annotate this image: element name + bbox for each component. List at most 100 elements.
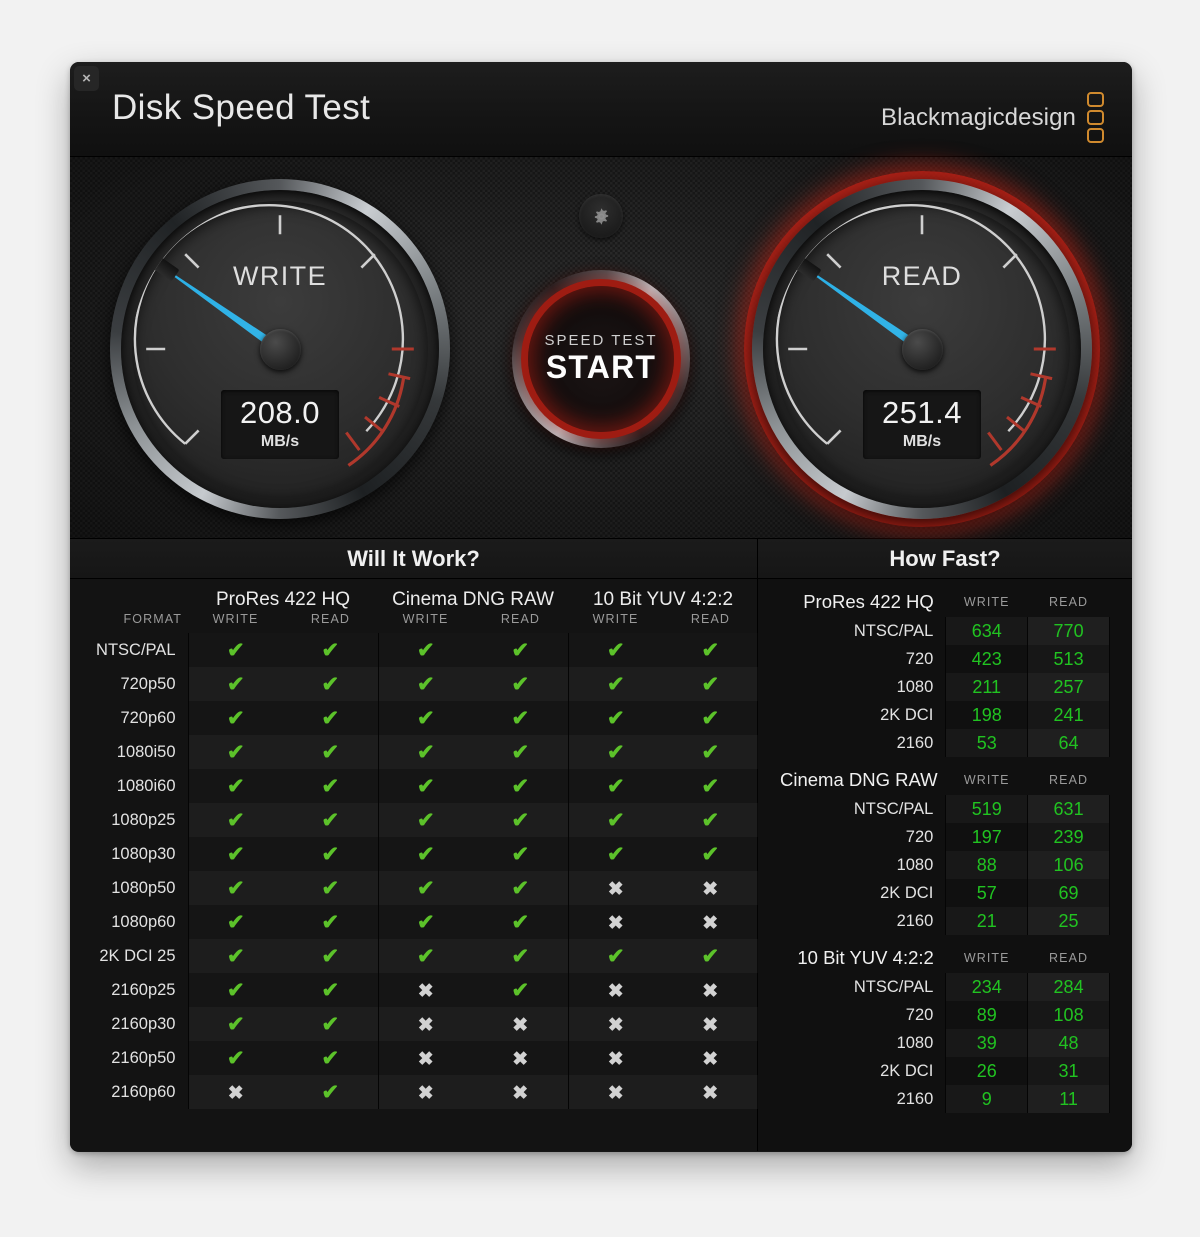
supported-check-icon: ✔: [567, 939, 663, 973]
unsupported-cross-icon: ✖: [473, 1075, 568, 1109]
supported-check-icon: ✔: [321, 910, 340, 934]
format-label: 1080i60: [116, 776, 176, 795]
write-column-header: WRITE: [963, 595, 1010, 609]
supported-check-icon: ✔: [663, 939, 759, 973]
unsupported-cross-icon: ✖: [567, 1075, 663, 1109]
supported-check-icon: ✔: [473, 871, 568, 905]
how-fast-table: ProRes 422 HQ WRITE READ NTSC/PAL 634 770 720 4…: [780, 579, 1110, 1113]
unsupported-cross-icon: ✖: [377, 1007, 473, 1041]
read-speed-value: 11: [1027, 1085, 1110, 1113]
title-bar: Disk Speed Test Blackmagicdesign: [70, 62, 1132, 157]
supported-check-icon: ✔: [321, 978, 340, 1002]
resolution-label: 720: [905, 827, 934, 846]
supported-check-icon: ✔: [187, 769, 283, 803]
speed-test-start-button[interactable]: SPEED TEST START: [512, 270, 690, 448]
supported-check-icon: ✔: [187, 803, 283, 837]
table-row: 720 197 239: [780, 823, 1110, 851]
supported-check-icon: ✔: [511, 842, 530, 866]
supported-check-icon: ✔: [283, 871, 378, 905]
supported-check-icon: ✔: [187, 735, 283, 769]
table-row: 1080 211 257: [780, 673, 1110, 701]
supported-check-icon: ✔: [321, 1046, 340, 1070]
supported-check-icon: ✔: [473, 803, 568, 837]
supported-check-icon: ✔: [511, 774, 530, 798]
group-header-yuv: 10 Bit YUV 4:2:2: [592, 589, 734, 610]
table-row: 2160p50 ✔ ✔ ✖ ✖ ✖ ✖: [70, 1041, 759, 1075]
resolution-label: 720: [905, 649, 934, 668]
read-speed-value: 108: [1027, 1001, 1110, 1029]
read-speed-value: 25: [1027, 907, 1110, 935]
supported-check-icon: ✔: [567, 803, 663, 837]
resolution-label: 2K DCI: [880, 1061, 934, 1080]
table-row: 1080 88 106: [780, 851, 1110, 879]
supported-check-icon: ✔: [511, 910, 530, 934]
supported-check-icon: ✔: [283, 803, 378, 837]
write-speed-value: 53: [945, 729, 1028, 757]
supported-check-icon: ✔: [473, 939, 568, 973]
supported-check-icon: ✔: [473, 735, 568, 769]
supported-check-icon: ✔: [187, 701, 283, 735]
supported-check-icon: ✔: [187, 1041, 283, 1075]
format-label: NTSC/PAL: [96, 640, 176, 659]
table-row: 720 89 108: [780, 1001, 1110, 1029]
table-row: 1080p50 ✔ ✔ ✔ ✔ ✖ ✖: [70, 871, 759, 905]
unsupported-cross-icon: ✖: [377, 973, 473, 1007]
supported-check-icon: ✔: [187, 905, 283, 939]
results-area: Will It Work? ProRes 422 HQ Cinema DNG R…: [70, 539, 1132, 1151]
supported-check-icon: ✔: [377, 667, 473, 701]
unsupported-cross-icon: ✖: [512, 1048, 529, 1070]
sub-header-dng-read: READ: [500, 612, 541, 626]
unsupported-cross-icon: ✖: [663, 905, 759, 939]
gear-icon: [594, 207, 608, 225]
group-name: Cinema DNG RAW: [780, 769, 938, 790]
read-gauge-hub: [901, 328, 943, 370]
write-speed-value: 57: [945, 879, 1028, 907]
read-gauge: READ 251.4 MB/s: [744, 171, 1100, 527]
will-it-work-title: Will It Work?: [70, 539, 757, 579]
supported-check-icon: ✔: [283, 1075, 378, 1109]
unsupported-cross-icon: ✖: [567, 871, 663, 905]
write-speed-value: 211: [945, 673, 1028, 701]
supported-check-icon: ✔: [377, 837, 473, 871]
read-speed-value: 284: [1027, 973, 1110, 1001]
start-button-subtitle: SPEED TEST: [544, 332, 658, 350]
table-row: 2160 21 25: [780, 907, 1110, 935]
write-speed-value: 423: [945, 645, 1028, 673]
how-fast-title: How Fast?: [758, 539, 1132, 579]
read-speed-value: 106: [1027, 851, 1110, 879]
read-readout: 251.4 MB/s: [863, 390, 981, 459]
brand: Blackmagicdesign: [881, 92, 1104, 143]
how-fast-content: ProRes 422 HQ WRITE READ NTSC/PAL 634 770 720 4…: [758, 579, 1132, 1113]
resolution-label: 720: [905, 1005, 934, 1024]
resolution-label: NTSC/PAL: [853, 621, 934, 640]
resolution-label: 2K DCI: [880, 883, 934, 902]
read-speed-value: 64: [1027, 729, 1110, 757]
resolution-label: 1080: [896, 677, 934, 696]
format-label: 2160p50: [111, 1048, 176, 1067]
format-column-header: FORMAT: [123, 612, 182, 626]
supported-check-icon: ✔: [663, 803, 759, 837]
format-label: 1080p50: [111, 878, 176, 897]
resolution-label: 2160: [896, 911, 934, 930]
table-row: 720p60 ✔ ✔ ✔ ✔ ✔ ✔: [70, 701, 759, 735]
table-row: 1080 39 48: [780, 1029, 1110, 1057]
write-speed-value: 89: [945, 1001, 1028, 1029]
supported-check-icon: ✔: [663, 769, 759, 803]
supported-check-icon: ✔: [283, 667, 378, 701]
supported-check-icon: ✔: [663, 735, 759, 769]
table-row: NTSC/PAL ✔ ✔ ✔ ✔ ✔ ✔: [70, 633, 759, 667]
sub-header-yuv-read: READ: [690, 612, 731, 626]
unsupported-cross-icon: ✖: [473, 1007, 568, 1041]
resolution-label: NTSC/PAL: [853, 799, 934, 818]
format-label: 2K DCI 25: [99, 946, 176, 965]
supported-check-icon: ✔: [567, 701, 663, 735]
read-speed-value: 239: [1027, 823, 1110, 851]
page-title: Disk Speed Test: [112, 88, 371, 127]
read-column-header: READ: [1049, 773, 1089, 787]
format-label: 1080p25: [111, 810, 176, 829]
supported-check-icon: ✔: [663, 701, 759, 735]
supported-check-icon: ✔: [567, 837, 663, 871]
settings-button[interactable]: [579, 194, 623, 238]
table-row: 720p50 ✔ ✔ ✔ ✔ ✔ ✔: [70, 667, 759, 701]
close-button[interactable]: ×: [74, 66, 99, 91]
